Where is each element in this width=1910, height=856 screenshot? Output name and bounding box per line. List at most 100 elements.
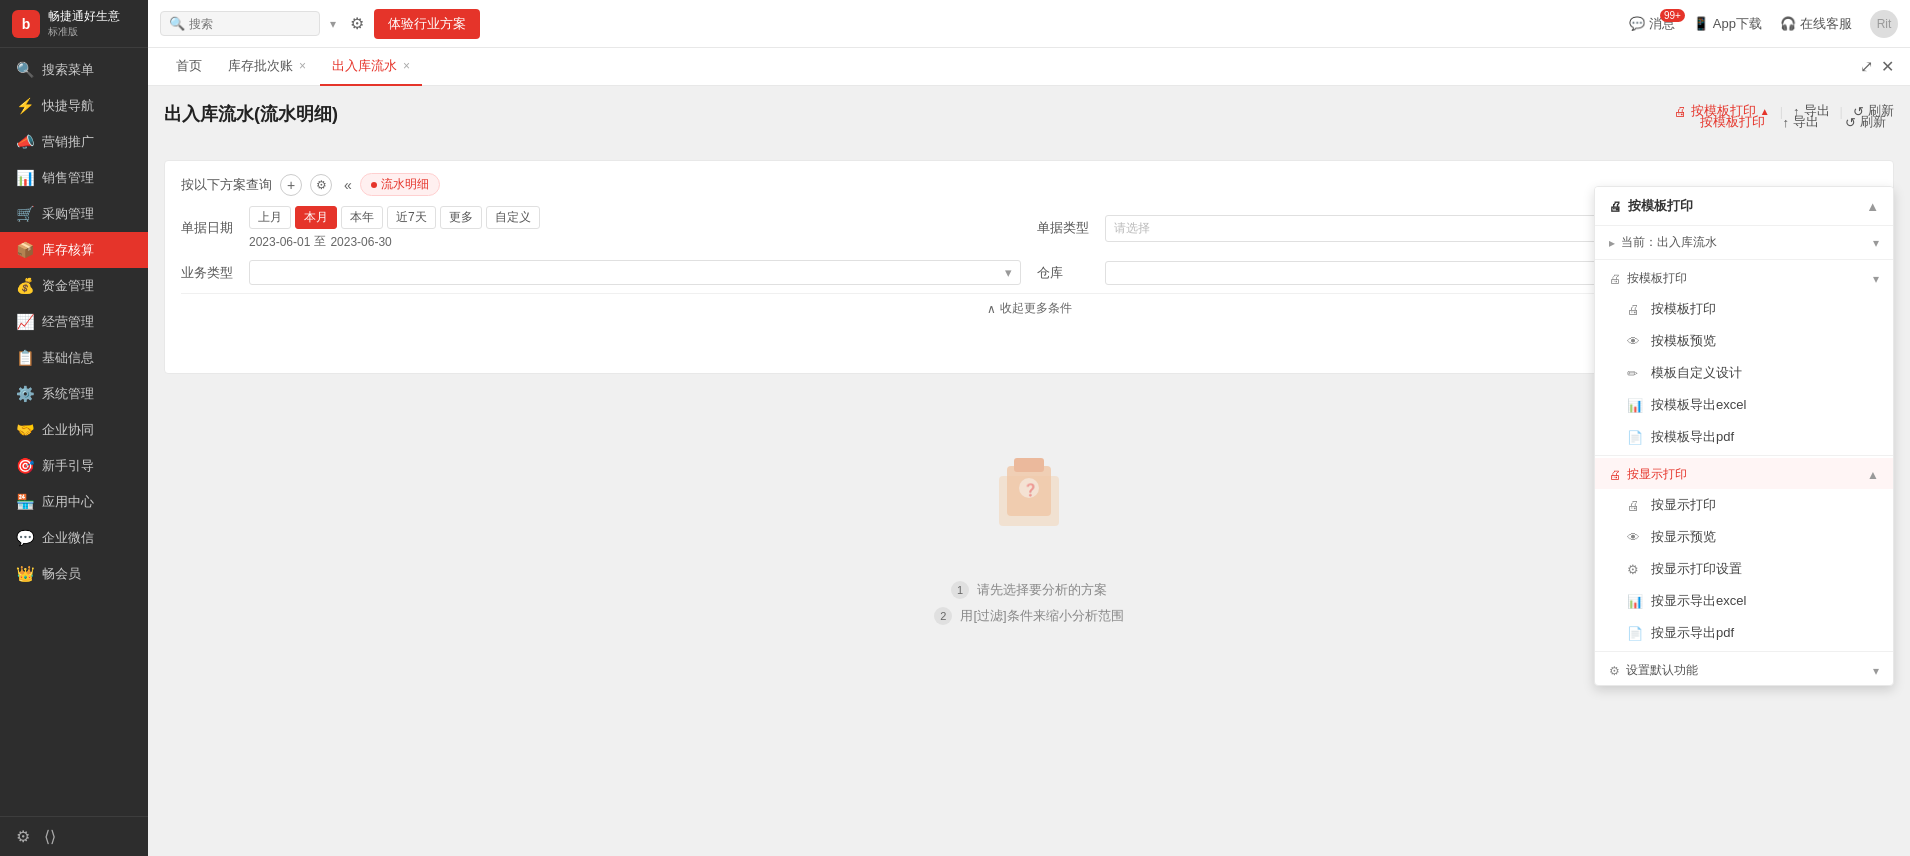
empty-step-1: 1 请先选择要分析的方案 <box>951 581 1107 599</box>
date-separator: 至 <box>314 233 326 250</box>
filter-collapse-button[interactable]: « <box>344 177 352 193</box>
sidebar-logo: b 畅捷通好生意 标准版 <box>0 0 148 48</box>
message-button[interactable]: 💬 消息 99+ <box>1629 15 1675 33</box>
tab-batch[interactable]: 库存批次账 × <box>216 48 318 86</box>
sidebar-item-quicknav[interactable]: ⚡ 快捷导航 <box>0 88 148 124</box>
dp-display-excel[interactable]: 📊 按显示导出excel <box>1595 585 1893 617</box>
tab-batch-close[interactable]: × <box>299 59 306 73</box>
topbar-search-box[interactable]: 🔍 <box>160 11 320 36</box>
date-btn-7days[interactable]: 近7天 <box>387 206 436 229</box>
sidebar-nav: 🔍 搜索菜单 ⚡ 快捷导航 📣 营销推广 📊 销售管理 🛒 采购管理 📦 库存核… <box>0 48 148 816</box>
dp-display-pdf-label: 按显示导出pdf <box>1651 624 1734 642</box>
date-range: 2023-06-01 至 2023-06-30 <box>249 233 540 250</box>
sidebar-collapse-icon[interactable]: ⟨⟩ <box>44 827 56 846</box>
app-logo-icon: b <box>12 10 40 38</box>
empty-illustration: ❓ <box>979 446 1079 565</box>
logo-text: 畅捷通好生意 标准版 <box>48 9 120 38</box>
tab-home-label: 首页 <box>176 57 202 75</box>
print-template-button[interactable]: 🖨 按模板打印 ▲ <box>1674 102 1770 120</box>
export-button-2[interactable]: ↑ 导出 <box>1793 102 1830 120</box>
sidebar-item-search[interactable]: 🔍 搜索菜单 <box>0 52 148 88</box>
user-avatar[interactable]: Rit <box>1870 10 1898 38</box>
dp-current-section: ▸ 当前：出入库流水 ▾ <box>1595 226 1893 257</box>
marketing-icon: 📣 <box>16 133 34 151</box>
refresh-button-2[interactable]: ↺ 刷新 <box>1853 102 1894 120</box>
dp-template-print-label: 按模板打印 <box>1651 300 1716 318</box>
dp-template-preview[interactable]: 👁 按模板预览 <box>1595 325 1893 357</box>
print-icon: 🖨 <box>1674 104 1687 119</box>
sidebar-item-sales[interactable]: 📊 销售管理 <box>0 160 148 196</box>
tab-flow[interactable]: 出入库流水 × <box>320 48 422 86</box>
inventory-icon: 📦 <box>16 241 34 259</box>
sidebar-item-finance[interactable]: 💰 资金管理 <box>0 268 148 304</box>
collapse-icon: ∧ <box>987 302 996 316</box>
sidebar-item-wechat[interactable]: 💬 企业微信 <box>0 520 148 556</box>
sidebar-item-collab[interactable]: 🤝 企业协同 <box>0 412 148 448</box>
tab-restore-button[interactable]: ⤢ <box>1860 57 1873 76</box>
sidebar-item-label: 库存核算 <box>42 241 94 259</box>
dp-template-design[interactable]: ✏ 模板自定义设计 <box>1595 357 1893 389</box>
sidebar-item-system[interactable]: ⚙️ 系统管理 <box>0 376 148 412</box>
dp-display-arrow[interactable]: ▲ <box>1867 468 1879 482</box>
dp-default-section[interactable]: ⚙ 设置默认功能 ▾ <box>1595 654 1893 685</box>
date-btn-this-month[interactable]: 本月 <box>295 206 337 229</box>
dp-title-text: 按模板打印 <box>1628 197 1693 215</box>
dp-close-arrow[interactable]: ▲ <box>1866 199 1879 214</box>
date-btn-more[interactable]: 更多 <box>440 206 482 229</box>
sidebar-item-basic[interactable]: 📋 基础信息 <box>0 340 148 376</box>
sidebar-item-operation[interactable]: 📈 经营管理 <box>0 304 148 340</box>
sidebar-item-members[interactable]: 👑 畅会员 <box>0 556 148 592</box>
sidebar-item-inventory[interactable]: 📦 库存核算 <box>0 232 148 268</box>
app-download-button[interactable]: 📱 App下载 <box>1693 15 1762 33</box>
dp-display-settings[interactable]: ⚙ 按显示打印设置 <box>1595 553 1893 585</box>
dp-template-pdf-label: 按模板导出pdf <box>1651 428 1734 446</box>
dp-template-section-header[interactable]: 🖨 按模板打印 ▾ <box>1595 262 1893 293</box>
dp-display-section-header[interactable]: 🖨 按显示打印 ▲ <box>1595 458 1893 489</box>
message-icon: 💬 <box>1629 16 1645 31</box>
display-section-icon: 🖨 <box>1609 468 1621 482</box>
svg-text:❓: ❓ <box>1023 482 1038 497</box>
step2-num: 2 <box>934 607 952 625</box>
dp-template-excel-label: 按模板导出excel <box>1651 396 1746 414</box>
date-btn-last-month[interactable]: 上月 <box>249 206 291 229</box>
sidebar-item-purchase[interactable]: 🛒 采购管理 <box>0 196 148 232</box>
tab-flow-close[interactable]: × <box>403 59 410 73</box>
date-btn-custom[interactable]: 自定义 <box>486 206 540 229</box>
sidebar-item-guide[interactable]: 🎯 新手引导 <box>0 448 148 484</box>
dp-template-excel[interactable]: 📊 按模板导出excel <box>1595 389 1893 421</box>
online-service-button[interactable]: 🎧 在线客服 <box>1780 15 1852 33</box>
sidebar-item-marketing[interactable]: 📣 营销推广 <box>0 124 148 160</box>
filter-tag[interactable]: 流水明细 <box>360 173 440 196</box>
dp-template-print[interactable]: 🖨 按模板打印 <box>1595 293 1893 325</box>
topbar-gear-icon[interactable]: ⚙ <box>350 14 364 33</box>
dp-default-arrow[interactable]: ▾ <box>1873 664 1879 678</box>
date-btn-this-year[interactable]: 本年 <box>341 206 383 229</box>
business-type-select[interactable]: ▾ <box>249 260 1021 285</box>
filter-label: 按以下方案查询 <box>181 176 272 194</box>
tab-home[interactable]: 首页 <box>164 48 214 86</box>
dp-default-text: 设置默认功能 <box>1626 662 1698 679</box>
print-item-icon: 🖨 <box>1627 302 1643 317</box>
sidebar-item-label: 营销推广 <box>42 133 94 151</box>
filter-add-button[interactable]: + <box>280 174 302 196</box>
tab-close-all-button[interactable]: ✕ <box>1881 57 1894 76</box>
industry-solution-button[interactable]: 体验行业方案 <box>374 9 480 39</box>
sidebar-settings-icon[interactable]: ⚙ <box>16 827 30 846</box>
dp-display-preview[interactable]: 👁 按显示预览 <box>1595 521 1893 553</box>
step1-num: 1 <box>951 581 969 599</box>
dp-display-pdf[interactable]: 📄 按显示导出pdf <box>1595 617 1893 649</box>
search-chevron-icon[interactable]: ▾ <box>330 17 336 31</box>
dp-display-print[interactable]: 🖨 按显示打印 <box>1595 489 1893 521</box>
print-chevron-icon: ▲ <box>1760 106 1770 117</box>
filter-settings-button[interactable]: ⚙ <box>310 174 332 196</box>
dp-template-pdf[interactable]: 📄 按模板导出pdf <box>1595 421 1893 453</box>
refresh2-label: 刷新 <box>1868 102 1894 120</box>
sales-icon: 📊 <box>16 169 34 187</box>
sidebar-item-apps[interactable]: 🏪 应用中心 <box>0 484 148 520</box>
sidebar-bottom: ⚙ ⟨⟩ <box>0 816 148 856</box>
dp-template-arrow[interactable]: ▾ <box>1873 272 1879 286</box>
sidebar-item-label: 应用中心 <box>42 493 94 511</box>
dp-current-arrow[interactable]: ▾ <box>1873 236 1879 250</box>
message-badge: 99+ <box>1660 9 1685 22</box>
search-input[interactable] <box>189 17 311 31</box>
